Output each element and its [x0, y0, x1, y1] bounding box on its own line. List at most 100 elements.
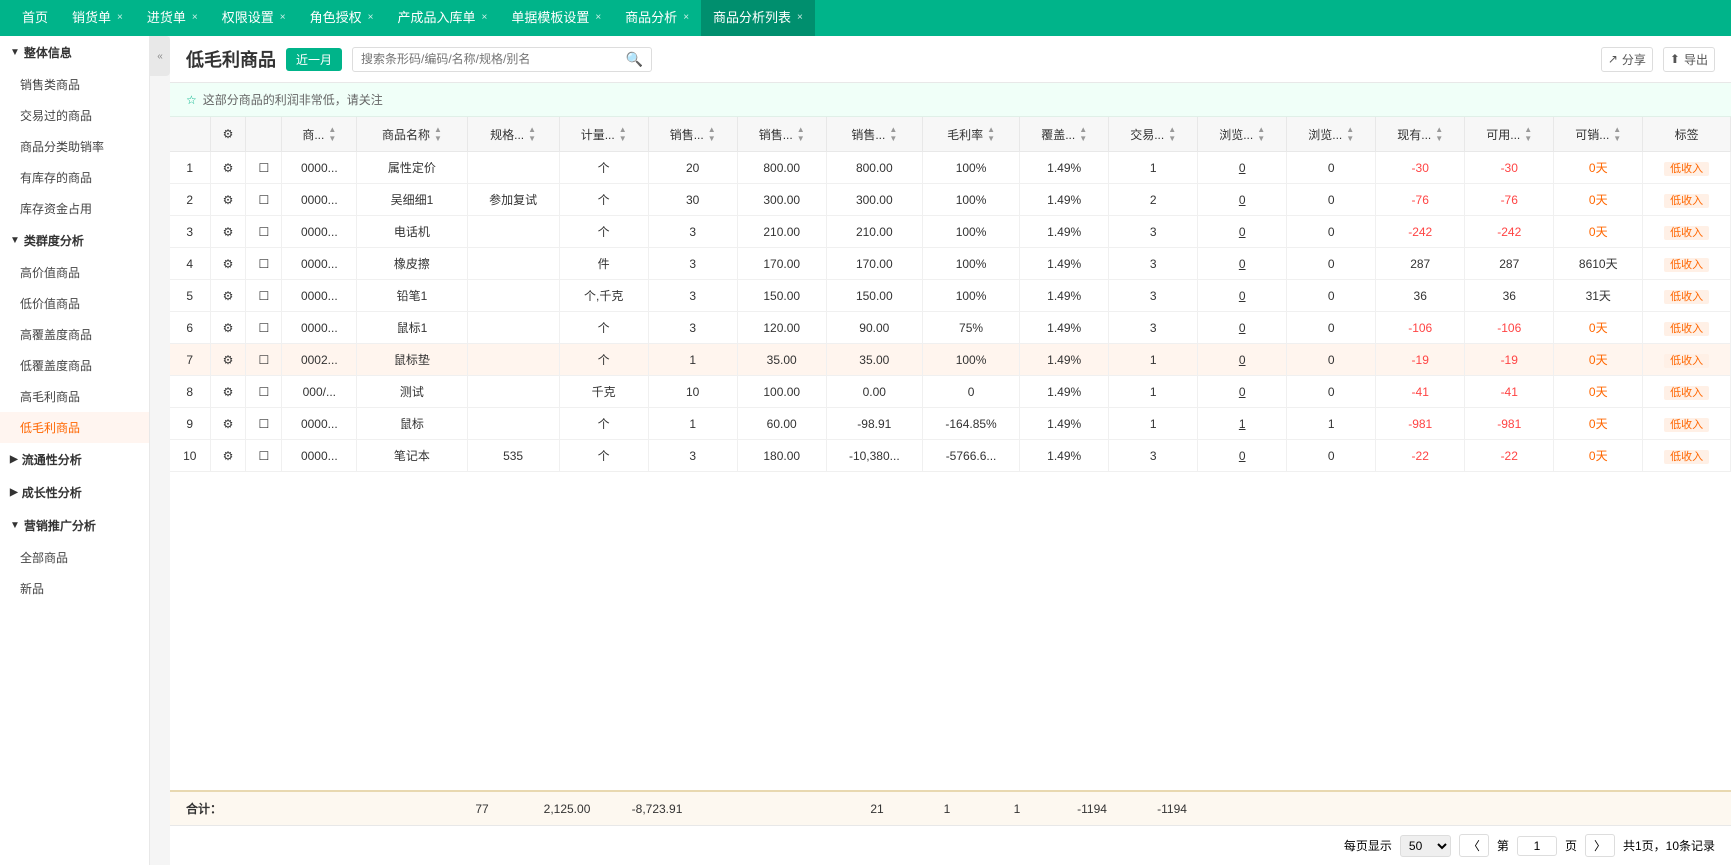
- sidebar-collapse-button[interactable]: «: [150, 36, 170, 76]
- sidebar-item-高毛利商品[interactable]: 高毛利商品: [0, 381, 149, 412]
- nav-item-销货单[interactable]: 销货单×: [60, 0, 135, 36]
- nav-close-权限设置[interactable]: ×: [280, 0, 286, 36]
- checkbox-cell[interactable]: ☐: [246, 312, 282, 344]
- col-header-gross_rate[interactable]: 毛利率▲▼: [922, 117, 1019, 152]
- sort-icon-views2[interactable]: ▲▼: [1346, 125, 1354, 143]
- sidebar-item-低覆盖度商品[interactable]: 低覆盖度商品: [0, 350, 149, 381]
- views1-cell[interactable]: 1: [1198, 408, 1287, 440]
- sidebar-section-整体信息[interactable]: ▼ 整体信息: [0, 36, 149, 69]
- nav-close-商品分析[interactable]: ×: [683, 0, 689, 36]
- sidebar-item-交易过的商品[interactable]: 交易过的商品: [0, 100, 149, 131]
- sidebar-item-全部商品[interactable]: 全部商品: [0, 542, 149, 573]
- checkbox-cell[interactable]: ☐: [246, 216, 282, 248]
- settings-icon-cell[interactable]: ⚙: [210, 376, 246, 408]
- sidebar-section-成长性分析[interactable]: ▶ 成长性分析: [0, 476, 149, 509]
- views1-cell[interactable]: 0: [1198, 440, 1287, 472]
- sort-icon-saleable[interactable]: ▲▼: [1613, 125, 1621, 143]
- sort-icon-trade[interactable]: ▲▼: [1168, 125, 1176, 143]
- table-row[interactable]: 10⚙☐0000...笔记本535个3180.00-10,380...-5766…: [170, 440, 1731, 472]
- filter-button[interactable]: 近一月: [286, 48, 342, 71]
- sidebar-item-库存资金占用[interactable]: 库存资金占用: [0, 193, 149, 224]
- nav-close-商品分析列表[interactable]: ×: [797, 0, 803, 36]
- views1-cell[interactable]: 0: [1198, 344, 1287, 376]
- col-header-views1[interactable]: 浏览...▲▼: [1198, 117, 1287, 152]
- nav-close-销货单[interactable]: ×: [117, 0, 123, 36]
- search-input[interactable]: [361, 52, 626, 66]
- nav-item-首页[interactable]: 首页: [10, 0, 60, 36]
- prev-page-button[interactable]: 〈: [1459, 834, 1489, 857]
- page-size-select[interactable]: 50 100 200: [1400, 835, 1451, 857]
- table-container[interactable]: ⚙商...▲▼商品名称▲▼规格...▲▼计量...▲▼销售...▲▼销售...▲…: [170, 117, 1731, 790]
- sidebar-section-营销推广分析[interactable]: ▼ 营销推广分析: [0, 509, 149, 542]
- col-header-spec[interactable]: 规格...▲▼: [467, 117, 559, 152]
- checkbox-cell[interactable]: ☐: [246, 152, 282, 184]
- sidebar-section-类群度分析[interactable]: ▼ 类群度分析: [0, 224, 149, 257]
- settings-icon-cell[interactable]: ⚙: [210, 312, 246, 344]
- sort-icon-spec[interactable]: ▲▼: [528, 125, 536, 143]
- nav-item-进货单[interactable]: 进货单×: [135, 0, 210, 36]
- checkbox-cell[interactable]: ☐: [246, 440, 282, 472]
- col-header-views2[interactable]: 浏览...▲▼: [1287, 117, 1376, 152]
- table-row[interactable]: 3⚙☐0000...电话机个3210.00210.00100%1.49%300-…: [170, 216, 1731, 248]
- sort-icon-sale_qty[interactable]: ▲▼: [708, 125, 716, 143]
- sort-icon-sale_total[interactable]: ▲▼: [889, 125, 897, 143]
- next-page-button[interactable]: 〉: [1585, 834, 1615, 857]
- sort-icon-views1[interactable]: ▲▼: [1257, 125, 1265, 143]
- sort-icon-current[interactable]: ▲▼: [1435, 125, 1443, 143]
- sidebar-item-新品[interactable]: 新品: [0, 573, 149, 604]
- export-button[interactable]: ⬆ 导出: [1663, 47, 1715, 72]
- nav-item-权限设置[interactable]: 权限设置×: [210, 0, 298, 36]
- share-button[interactable]: ↗ 分享: [1601, 47, 1653, 72]
- col-header-name[interactable]: 商品名称▲▼: [357, 117, 467, 152]
- table-row[interactable]: 7⚙☐0002...鼠标垫个135.0035.00100%1.49%100-19…: [170, 344, 1731, 376]
- settings-icon-cell[interactable]: ⚙: [210, 152, 246, 184]
- col-header-unit[interactable]: 计量...▲▼: [559, 117, 648, 152]
- views1-cell[interactable]: 0: [1198, 248, 1287, 280]
- sidebar-item-低价值商品[interactable]: 低价值商品: [0, 288, 149, 319]
- views1-cell[interactable]: 0: [1198, 280, 1287, 312]
- settings-icon-cell[interactable]: ⚙: [210, 440, 246, 472]
- col-header-sale_qty[interactable]: 销售...▲▼: [648, 117, 737, 152]
- views1-cell[interactable]: 0: [1198, 184, 1287, 216]
- sidebar-item-有库存的商品[interactable]: 有库存的商品: [0, 162, 149, 193]
- sort-icon-code[interactable]: ▲▼: [328, 125, 336, 143]
- views1-cell[interactable]: 0: [1198, 312, 1287, 344]
- col-header-current[interactable]: 现有...▲▼: [1376, 117, 1465, 152]
- nav-close-角色授权[interactable]: ×: [368, 0, 374, 36]
- col-header-coverage[interactable]: 覆盖...▲▼: [1020, 117, 1109, 152]
- sidebar-item-高覆盖度商品[interactable]: 高覆盖度商品: [0, 319, 149, 350]
- sort-icon-unit[interactable]: ▲▼: [619, 125, 627, 143]
- sidebar-item-低毛利商品[interactable]: 低毛利商品: [0, 412, 149, 443]
- table-row[interactable]: 5⚙☐0000...铅笔1个,千克3150.00150.00100%1.49%3…: [170, 280, 1731, 312]
- nav-item-商品分析[interactable]: 商品分析×: [613, 0, 701, 36]
- checkbox-cell[interactable]: ☐: [246, 376, 282, 408]
- col-header-saleable[interactable]: 可销...▲▼: [1554, 117, 1643, 152]
- nav-item-单据模板设置[interactable]: 单据模板设置×: [499, 0, 613, 36]
- table-row[interactable]: 8⚙☐000/...测试千克10100.000.0001.49%100-41-4…: [170, 376, 1731, 408]
- checkbox-cell[interactable]: ☐: [246, 184, 282, 216]
- table-row[interactable]: 4⚙☐0000...橡皮擦件3170.00170.00100%1.49%3002…: [170, 248, 1731, 280]
- checkbox-cell[interactable]: ☐: [246, 248, 282, 280]
- sort-icon-coverage[interactable]: ▲▼: [1079, 125, 1087, 143]
- views1-cell[interactable]: 0: [1198, 152, 1287, 184]
- nav-item-商品分析列表[interactable]: 商品分析列表×: [701, 0, 815, 36]
- nav-item-产成品入库单[interactable]: 产成品入库单×: [385, 0, 499, 36]
- checkbox-cell[interactable]: ☐: [246, 280, 282, 312]
- table-row[interactable]: 1⚙☐0000...属性定价个20800.00800.00100%1.49%10…: [170, 152, 1731, 184]
- nav-close-单据模板设置[interactable]: ×: [595, 0, 601, 36]
- table-row[interactable]: 2⚙☐0000...吴细细1参加复试个30300.00300.00100%1.4…: [170, 184, 1731, 216]
- views1-cell[interactable]: 0: [1198, 376, 1287, 408]
- views1-cell[interactable]: 0: [1198, 216, 1287, 248]
- sidebar-item-商品分类助销率[interactable]: 商品分类助销率: [0, 131, 149, 162]
- nav-close-进货单[interactable]: ×: [192, 0, 198, 36]
- sort-icon-available[interactable]: ▲▼: [1524, 125, 1532, 143]
- col-header-sale_price[interactable]: 销售...▲▼: [737, 117, 826, 152]
- sort-icon-name[interactable]: ▲▼: [434, 125, 442, 143]
- sidebar-item-销售类商品[interactable]: 销售类商品: [0, 69, 149, 100]
- sidebar-section-流通性分析[interactable]: ▶ 流通性分析: [0, 443, 149, 476]
- settings-icon-cell[interactable]: ⚙: [210, 344, 246, 376]
- settings-icon-cell[interactable]: ⚙: [210, 248, 246, 280]
- table-row[interactable]: 9⚙☐0000...鼠标个160.00-98.91-164.85%1.49%11…: [170, 408, 1731, 440]
- col-header-trade[interactable]: 交易...▲▼: [1109, 117, 1198, 152]
- settings-icon-cell[interactable]: ⚙: [210, 184, 246, 216]
